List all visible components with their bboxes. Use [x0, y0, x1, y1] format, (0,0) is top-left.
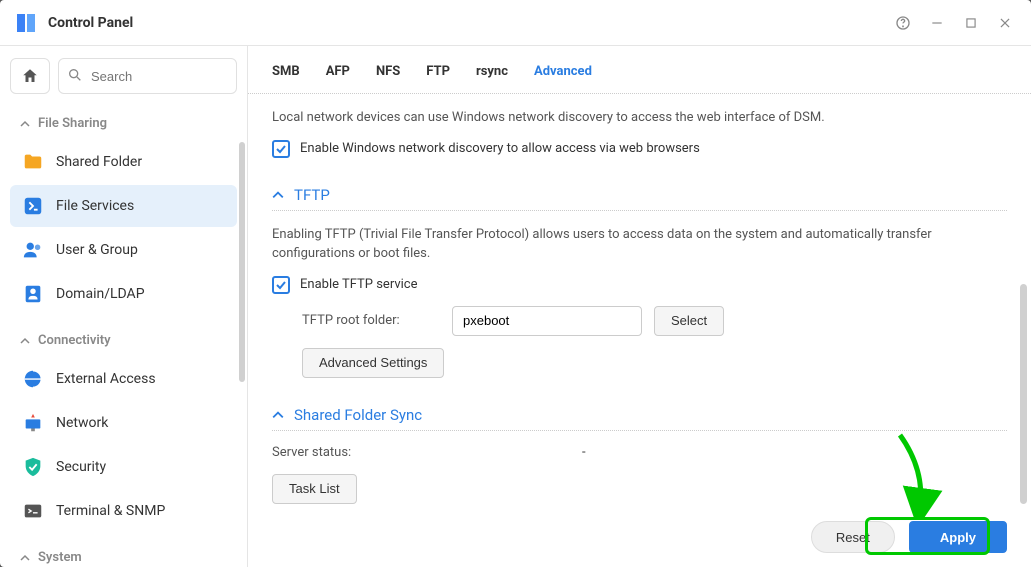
nav-user-group[interactable]: User & Group: [10, 229, 237, 271]
nav-terminal-snmp[interactable]: Terminal & SNMP: [10, 490, 237, 532]
user-group-icon: [22, 239, 44, 261]
nav-domain-ldap[interactable]: Domain/LDAP: [10, 273, 237, 315]
checkbox-icon: [272, 140, 290, 158]
content: File Sharing Shared Folder File Services…: [0, 46, 1031, 567]
network-icon: [22, 412, 44, 434]
search-icon: [67, 67, 83, 87]
nav-external-access[interactable]: External Access: [10, 358, 237, 400]
main-scrollbar[interactable]: [1020, 284, 1027, 504]
window: Control Panel File Sharing: [0, 0, 1031, 567]
search-input[interactable]: [58, 58, 237, 94]
chevron-up-icon: [20, 336, 30, 346]
chevron-up-icon: [20, 553, 30, 563]
checkbox-enable-discovery[interactable]: Enable Windows network discovery to allo…: [272, 140, 1007, 158]
nav-security[interactable]: Security: [10, 446, 237, 488]
footer: Reset Apply: [248, 507, 1031, 567]
security-icon: [22, 456, 44, 478]
chevron-up-icon: [272, 409, 284, 421]
close-icon[interactable]: [993, 11, 1017, 35]
nav-shared-folder[interactable]: Shared Folder: [10, 141, 237, 183]
discovery-description: Local network devices can use Windows ne…: [272, 108, 1007, 128]
app-icon: [14, 11, 38, 35]
advanced-settings-button[interactable]: Advanced Settings: [302, 348, 444, 378]
terminal-icon: [22, 500, 44, 522]
reset-button[interactable]: Reset: [811, 521, 895, 553]
tab-rsync[interactable]: rsync: [476, 64, 508, 93]
titlebar: Control Panel: [0, 0, 1031, 46]
chevron-up-icon: [20, 119, 30, 129]
tab-advanced[interactable]: Advanced: [534, 64, 592, 93]
home-button[interactable]: [10, 58, 50, 94]
window-title: Control Panel: [48, 15, 133, 31]
apply-button[interactable]: Apply: [909, 521, 1007, 553]
nav-network[interactable]: Network: [10, 402, 237, 444]
section-tftp-header[interactable]: TFTP: [272, 186, 1007, 204]
sidebar-scrollbar[interactable]: [239, 142, 245, 382]
folder-icon: [22, 151, 44, 173]
checkbox-enable-tftp[interactable]: Enable TFTP service: [272, 276, 1007, 294]
tabs: SMB AFP NFS FTP rsync Advanced: [248, 46, 1031, 94]
main-body: Local network devices can use Windows ne…: [248, 94, 1031, 567]
server-status-label: Server status:: [272, 445, 582, 460]
section-system[interactable]: System: [10, 542, 237, 567]
minimize-icon[interactable]: [925, 11, 949, 35]
section-connectivity[interactable]: Connectivity: [10, 325, 237, 356]
nav-file-services[interactable]: File Services: [10, 185, 237, 227]
main-panel: SMB AFP NFS FTP rsync Advanced Local net…: [248, 46, 1031, 567]
external-access-icon: [22, 368, 44, 390]
tftp-root-input[interactable]: [452, 306, 642, 336]
tab-ftp[interactable]: FTP: [426, 64, 450, 93]
tab-smb[interactable]: SMB: [272, 64, 300, 93]
section-file-sharing[interactable]: File Sharing: [10, 108, 237, 139]
task-list-button[interactable]: Task List: [272, 474, 357, 504]
help-icon[interactable]: [891, 11, 915, 35]
domain-icon: [22, 283, 44, 305]
chevron-up-icon: [272, 189, 284, 201]
file-services-icon: [22, 195, 44, 217]
tab-afp[interactable]: AFP: [326, 64, 350, 93]
checkbox-icon: [272, 276, 290, 294]
tab-nfs[interactable]: NFS: [376, 64, 400, 93]
tftp-description: Enabling TFTP (Trivial File Transfer Pro…: [272, 225, 1007, 264]
maximize-icon[interactable]: [959, 11, 983, 35]
section-sfs-header[interactable]: Shared Folder Sync: [272, 406, 1007, 424]
sidebar: File Sharing Shared Folder File Services…: [0, 46, 248, 567]
search-field[interactable]: [58, 58, 237, 94]
tftp-root-label: TFTP root folder:: [302, 313, 452, 328]
server-status-value: -: [582, 445, 586, 460]
select-button[interactable]: Select: [654, 306, 724, 336]
